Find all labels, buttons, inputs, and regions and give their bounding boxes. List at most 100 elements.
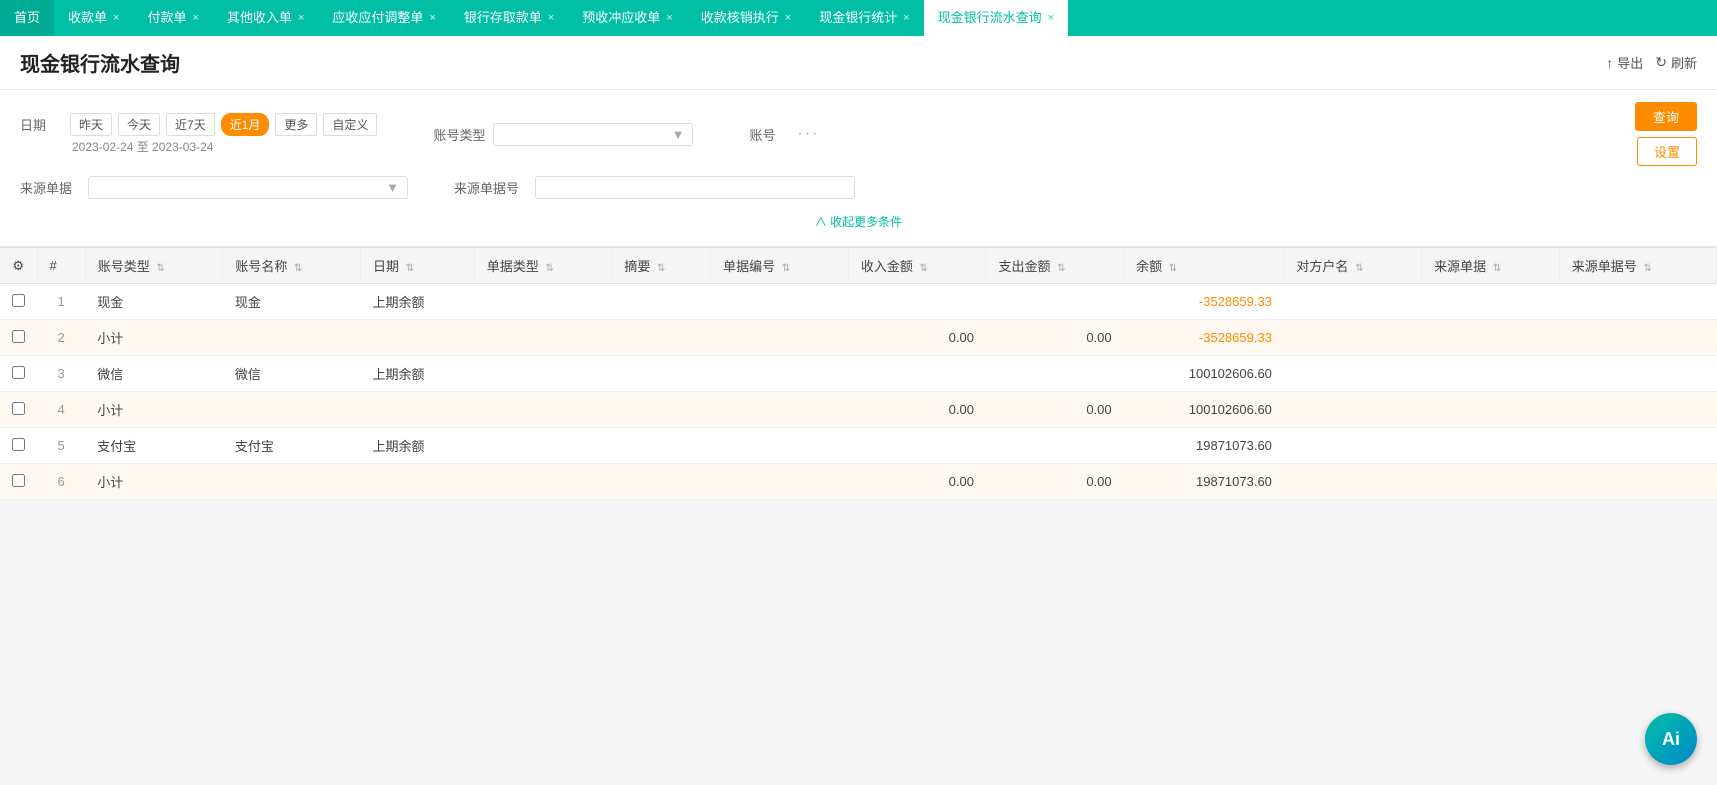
nav-tab-bank-deposit[interactable]: 银行存取款单 × bbox=[450, 0, 568, 36]
source-doc-select[interactable]: ▼ bbox=[88, 176, 408, 199]
date-btn-yesterday[interactable]: 昨天 bbox=[70, 113, 112, 136]
account-more-icon[interactable]: ··· bbox=[797, 125, 819, 143]
account-type-label: 账号类型 bbox=[433, 125, 485, 144]
close-icon[interactable]: × bbox=[903, 0, 909, 36]
td-source-doc bbox=[1422, 428, 1560, 464]
close-icon[interactable]: × bbox=[429, 0, 435, 36]
td-row-num: 3 bbox=[37, 356, 85, 392]
td-source-doc-no bbox=[1559, 356, 1716, 392]
td-source-doc bbox=[1422, 356, 1560, 392]
td-income: 0.00 bbox=[848, 320, 986, 356]
td-checkbox[interactable] bbox=[0, 428, 37, 464]
td-income bbox=[848, 428, 986, 464]
row-checkbox[interactable] bbox=[12, 438, 25, 451]
td-checkbox[interactable] bbox=[0, 356, 37, 392]
nav-tab-bank-flow[interactable]: 现金银行流水查询 × bbox=[924, 0, 1068, 36]
source-doc-no-input[interactable] bbox=[535, 176, 855, 199]
row-checkbox[interactable] bbox=[12, 402, 25, 415]
sort-icon: ⇅ bbox=[1355, 263, 1363, 274]
nav-home[interactable]: 首页 bbox=[0, 0, 54, 36]
table-row[interactable]: 4 小计 0.00 0.00 100102606.60 bbox=[0, 392, 1717, 428]
td-account-type: 支付宝 bbox=[85, 428, 223, 464]
sort-icon: ⇅ bbox=[1493, 263, 1501, 274]
collapse-bar[interactable]: ∧ 收起更多条件 bbox=[20, 209, 1697, 234]
td-balance: 19871073.60 bbox=[1124, 428, 1284, 464]
close-icon[interactable]: × bbox=[192, 0, 198, 36]
refresh-icon: ↻ bbox=[1655, 54, 1667, 71]
date-btn-more[interactable]: 更多 bbox=[275, 113, 317, 136]
nav-tab-other-income[interactable]: 其他收入单 × bbox=[213, 0, 318, 36]
td-source-doc bbox=[1422, 320, 1560, 356]
th-doc-no[interactable]: 单据编号 ⇅ bbox=[711, 248, 849, 284]
th-source-doc-no[interactable]: 来源单据号 ⇅ bbox=[1559, 248, 1716, 284]
table-row[interactable]: 5 支付宝 支付宝 上期余额 19871073.60 bbox=[0, 428, 1717, 464]
ai-assistant-button[interactable]: Ai bbox=[1645, 713, 1697, 765]
close-icon[interactable]: × bbox=[548, 0, 554, 36]
th-counterparty[interactable]: 对方户名 ⇅ bbox=[1284, 248, 1422, 284]
table-row[interactable]: 6 小计 0.00 0.00 19871073.60 bbox=[0, 464, 1717, 500]
td-row-num: 5 bbox=[37, 428, 85, 464]
td-checkbox[interactable] bbox=[0, 320, 37, 356]
th-settings[interactable]: ⚙ bbox=[0, 248, 37, 284]
th-row-num: # bbox=[37, 248, 85, 284]
td-source-doc bbox=[1422, 392, 1560, 428]
td-row-num: 6 bbox=[37, 464, 85, 500]
row-checkbox[interactable] bbox=[12, 294, 25, 307]
td-checkbox[interactable] bbox=[0, 464, 37, 500]
th-income[interactable]: 收入金额 ⇅ bbox=[848, 248, 986, 284]
date-options: 昨天 今天 近7天 近1月 更多 自定义 bbox=[70, 113, 377, 136]
nav-tab-bank-stats[interactable]: 现金银行统计 × bbox=[805, 0, 923, 36]
date-btn-1month[interactable]: 近1月 bbox=[221, 113, 270, 136]
close-icon[interactable]: × bbox=[298, 0, 304, 36]
account-type-select[interactable]: ▼ bbox=[493, 123, 693, 146]
close-icon[interactable]: × bbox=[113, 0, 119, 36]
close-icon[interactable]: × bbox=[785, 0, 791, 36]
td-checkbox[interactable] bbox=[0, 284, 37, 320]
th-expense[interactable]: 支出金额 ⇅ bbox=[986, 248, 1124, 284]
data-table: ⚙ # 账号类型 ⇅ 账号名称 ⇅ 日期 ⇅ 单据类型 ⇅ bbox=[0, 247, 1717, 500]
setting-button[interactable]: 设置 bbox=[1637, 137, 1697, 166]
th-summary[interactable]: 摘要 ⇅ bbox=[612, 248, 711, 284]
row-checkbox[interactable] bbox=[12, 474, 25, 487]
td-source-doc-no bbox=[1559, 284, 1716, 320]
query-button[interactable]: 查询 bbox=[1635, 102, 1697, 131]
td-checkbox[interactable] bbox=[0, 392, 37, 428]
table-row[interactable]: 1 现金 现金 上期余额 -3528659.33 bbox=[0, 284, 1717, 320]
table-body: 1 现金 现金 上期余额 -3528659.33 2 小计 0.00 0.00 … bbox=[0, 284, 1717, 500]
refresh-button[interactable]: ↻ 刷新 bbox=[1655, 53, 1697, 72]
row-checkbox[interactable] bbox=[12, 330, 25, 343]
sort-icon: ⇅ bbox=[657, 263, 665, 274]
nav-tab-payments[interactable]: 付款单 × bbox=[133, 0, 212, 36]
td-account-name bbox=[223, 392, 361, 428]
th-date[interactable]: 日期 ⇅ bbox=[361, 248, 475, 284]
nav-tab-collection-exec[interactable]: 收款核销执行 × bbox=[687, 0, 805, 36]
export-button[interactable]: ↑ 导出 bbox=[1606, 53, 1643, 72]
td-source-doc bbox=[1422, 464, 1560, 500]
table-row[interactable]: 3 微信 微信 上期余额 100102606.60 bbox=[0, 356, 1717, 392]
close-icon[interactable]: × bbox=[1048, 0, 1054, 36]
source-doc-no-label: 来源单据号 bbox=[454, 178, 519, 197]
td-doc-no bbox=[711, 428, 849, 464]
nav-tab-receipts[interactable]: 收款单 × bbox=[54, 0, 133, 36]
table-row[interactable]: 2 小计 0.00 0.00 -3528659.33 bbox=[0, 320, 1717, 356]
td-account-type: 微信 bbox=[85, 356, 223, 392]
th-account-name[interactable]: 账号名称 ⇅ bbox=[223, 248, 361, 284]
date-btn-today[interactable]: 今天 bbox=[118, 113, 160, 136]
th-doc-type[interactable]: 单据类型 ⇅ bbox=[474, 248, 612, 284]
th-source-doc[interactable]: 来源单据 ⇅ bbox=[1422, 248, 1560, 284]
date-btn-custom[interactable]: 自定义 bbox=[323, 113, 377, 136]
close-icon[interactable]: × bbox=[666, 0, 672, 36]
nav-tab-advance-offset[interactable]: 预收冲应收单 × bbox=[568, 0, 686, 36]
row-checkbox[interactable] bbox=[12, 366, 25, 379]
td-expense: 0.00 bbox=[986, 320, 1124, 356]
td-date bbox=[361, 392, 475, 428]
td-source-doc-no bbox=[1559, 428, 1716, 464]
nav-tab-adjustment[interactable]: 应收应付调整单 × bbox=[318, 0, 449, 36]
th-account-type[interactable]: 账号类型 ⇅ bbox=[85, 248, 223, 284]
td-income: 0.00 bbox=[848, 392, 986, 428]
header-actions: ↑ 导出 ↻ 刷新 bbox=[1606, 53, 1697, 72]
date-btn-7days[interactable]: 近7天 bbox=[166, 113, 215, 136]
th-balance[interactable]: 余额 ⇅ bbox=[1124, 248, 1284, 284]
account-label: 账号 bbox=[749, 125, 789, 144]
td-summary bbox=[612, 356, 711, 392]
